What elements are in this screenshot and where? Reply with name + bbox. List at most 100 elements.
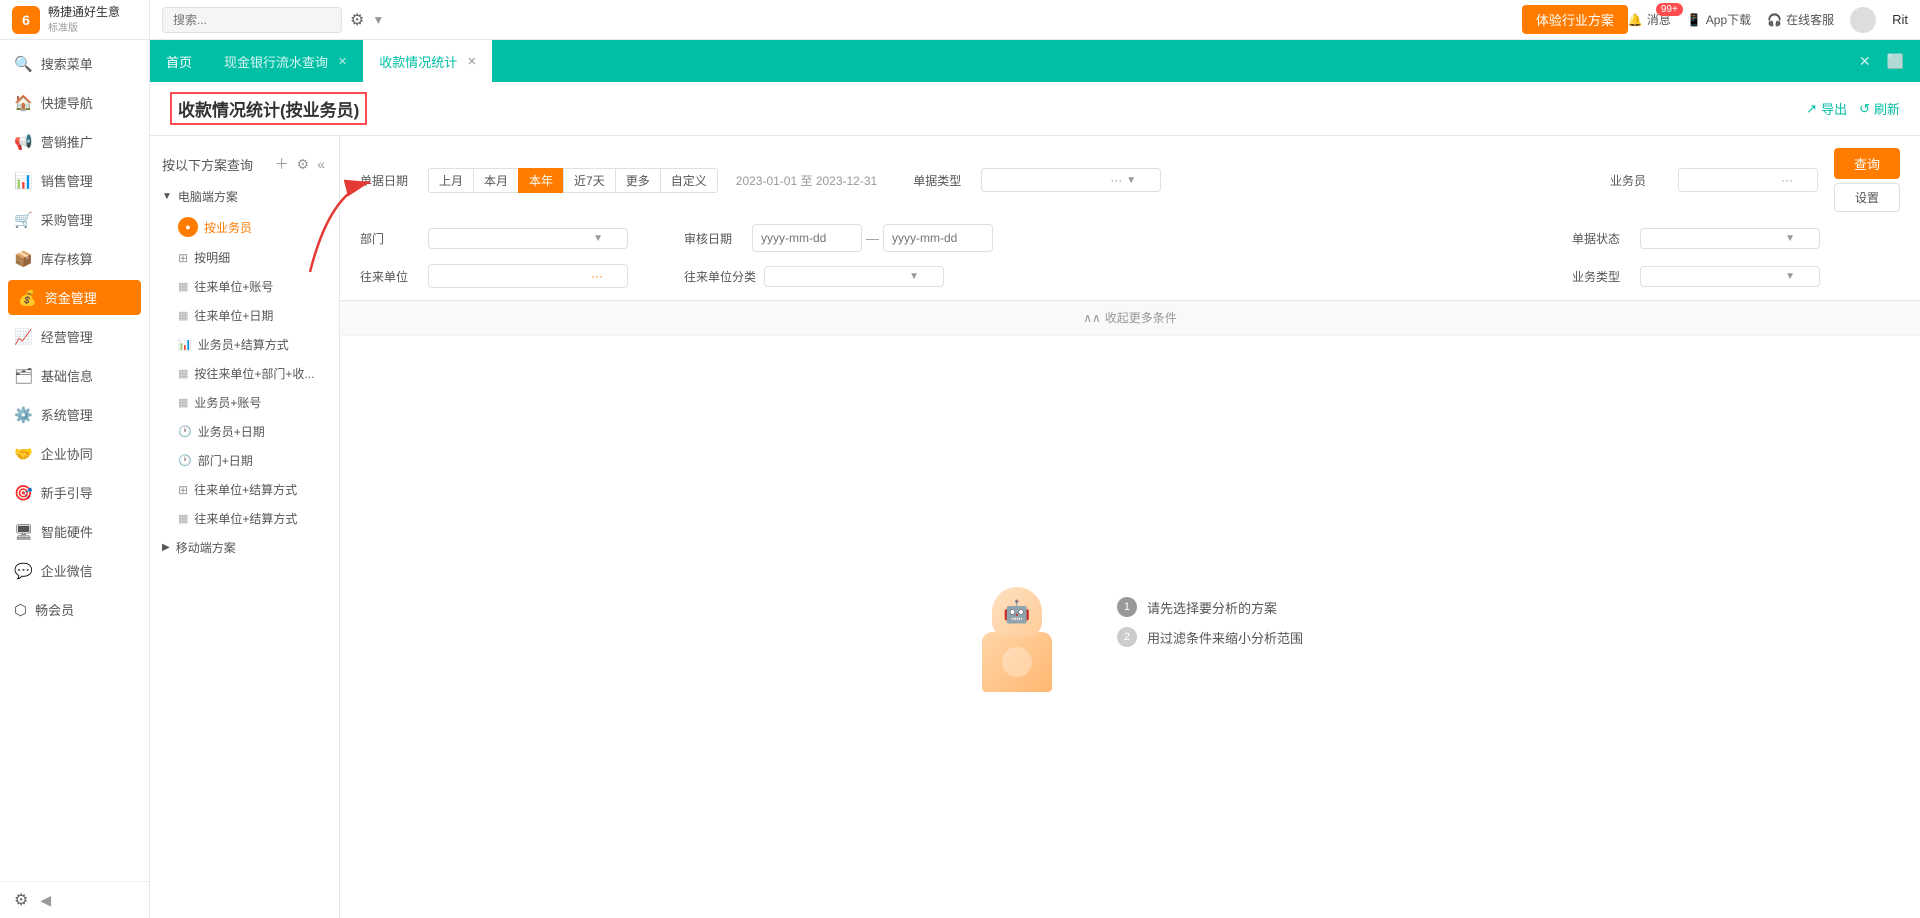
logo-icon: 6	[12, 6, 40, 34]
header-search-input[interactable]	[162, 7, 342, 33]
refresh-btn[interactable]: ↺ 刷新	[1859, 99, 1900, 118]
sidebar-item-hardware[interactable]: 🖥 智能硬件	[0, 512, 149, 551]
sidebar-item-wechat[interactable]: 💬 企业微信	[0, 551, 149, 590]
scheme-salesperson-account[interactable]: ▦ 业务员+账号	[166, 388, 339, 417]
left-panel: 按以下方案查询 ＋ ⚙ «	[150, 136, 340, 918]
date-tab-more[interactable]: 更多	[615, 168, 660, 193]
sidebar-item-basic[interactable]: 🗂 基础信息	[0, 356, 149, 395]
sidebar-item-label: 销售管理	[41, 171, 93, 190]
header-gear-icon[interactable]: ⚙	[350, 10, 364, 30]
scheme-label: 部门+日期	[198, 452, 253, 469]
counterpart-select[interactable]: ···	[428, 264, 628, 288]
sidebar-item-sales[interactable]: 📊 销售管理	[0, 161, 149, 200]
scheme-unit-date[interactable]: ▦ 往来单位+日期	[166, 301, 339, 330]
sidebar-item-guide[interactable]: 🎯 新手引导	[0, 473, 149, 512]
sidebar-item-label: 新手引导	[41, 483, 93, 502]
date-tab-this-year[interactable]: 本年	[518, 168, 563, 193]
salesperson-active-icon: ●	[178, 217, 198, 237]
collapse-sidebar-icon[interactable]: ◀︎	[40, 892, 51, 909]
sidebar-item-system[interactable]: ⚙️ 系统管理	[0, 395, 149, 434]
sidebar-item-member[interactable]: ⬡ 畅会员	[0, 590, 149, 629]
mobile-group-label: 移动端方案	[176, 539, 236, 556]
messages-btn[interactable]: 🔔 消息 99+	[1628, 11, 1671, 28]
grid-icon: ⊞	[178, 251, 188, 265]
scheme-salesperson-payment[interactable]: 📊 业务员+结算方式	[166, 330, 339, 359]
top-header: ⚙ ▼ 体验行业方案 🔔 消息 99+ 📱 App下载 🎧 在线客服 Rit	[150, 0, 1920, 40]
dropdown-arrow-icon[interactable]: ▼	[372, 13, 384, 27]
empty-steps: 1 请先选择要分析的方案 2 用过滤条件来缩小分析范围	[1117, 597, 1303, 657]
tab-receipt[interactable]: 收款情况统计 ✕	[363, 40, 492, 82]
sidebar-item-label: 营销推广	[41, 132, 93, 151]
date-tab-custom[interactable]: 自定义	[660, 168, 718, 193]
add-scheme-btn[interactable]: ＋	[273, 152, 291, 176]
sidebar-item-operation[interactable]: 📈 经营管理	[0, 317, 149, 356]
scheme-label: 往来单位+日期	[194, 307, 273, 324]
settings-icon[interactable]: ⚙	[14, 890, 28, 910]
sidebar-item-marketing[interactable]: 📢 营销推广	[0, 122, 149, 161]
tree-group-mobile[interactable]: ▶ 移动端方案	[150, 533, 339, 562]
chevron-down-icon: ▼	[162, 191, 172, 202]
scheme-by-salesperson[interactable]: ● 按业务员	[166, 211, 339, 243]
salesperson-select[interactable]: ···	[1678, 168, 1818, 192]
maximize-window-icon[interactable]: ⬜	[1883, 49, 1908, 74]
date-tab-this-month[interactable]: 本月	[473, 168, 518, 193]
collapse-bar[interactable]: ∧∧ 收起更多条件	[340, 301, 1920, 334]
sidebar-item-quick-nav[interactable]: 🏠 快捷导航	[0, 83, 149, 122]
receipt-tab-label: 收款情况统计	[379, 52, 457, 71]
review-date-start[interactable]	[752, 224, 862, 252]
sidebar-item-finance[interactable]: 💰 资金管理	[8, 280, 141, 315]
scheme-label: 按业务员	[204, 219, 252, 236]
scheme-unit-dept[interactable]: ▦ 按往来单位+部门+收...	[166, 359, 339, 388]
counterpart-cat-caret: ▼	[909, 271, 919, 282]
tab-bank[interactable]: 现金银行流水查询 ✕	[208, 40, 363, 82]
date-filter-label: 单据日期	[360, 172, 420, 189]
date-tab-last-month[interactable]: 上月	[428, 168, 473, 193]
table-icon: ▦	[178, 512, 188, 525]
scheme-settings-btn[interactable]: ⚙	[295, 154, 312, 175]
date-tab-last7[interactable]: 近7天	[563, 168, 615, 193]
sidebar-footer: ⚙ ◀︎	[0, 881, 149, 918]
setting-btn[interactable]: 设置	[1834, 183, 1900, 212]
doc-status-select[interactable]: ▼	[1640, 228, 1820, 249]
counterpart-cat-select[interactable]: ▼	[764, 266, 944, 287]
counterpart-cat-label: 往来单位分类	[684, 268, 756, 285]
sidebar-header: 6 畅捷通好生意 标准版	[0, 0, 149, 40]
scheme-salesperson-date[interactable]: 🕐 业务员+日期	[166, 417, 339, 446]
dept-select[interactable]: ▼	[428, 228, 628, 249]
business-type-select[interactable]: ▼	[1640, 266, 1820, 287]
scheme-dept-date[interactable]: 🕐 部门+日期	[166, 446, 339, 475]
review-date-end[interactable]	[883, 224, 993, 252]
online-service-btn[interactable]: 🎧 在线客服	[1767, 11, 1834, 28]
scheme-label: 往来单位+结算方式	[194, 481, 297, 498]
tab-close-receipt[interactable]: ✕	[467, 55, 476, 68]
close-window-icon[interactable]: ✕	[1855, 49, 1875, 74]
export-btn[interactable]: ↗ 导出	[1806, 99, 1847, 118]
avatar[interactable]	[1850, 7, 1876, 33]
scheme-by-detail[interactable]: ⊞ 按明细	[166, 243, 339, 272]
clock-icon: 🕐	[178, 425, 192, 438]
empty-step-1: 1 请先选择要分析的方案	[1117, 597, 1303, 617]
app-download-btn[interactable]: 📱 App下载	[1687, 11, 1751, 28]
right-panel: 单据日期 上月 本月 本年 近7天 更多 自定义 2023-01-01 至 20…	[340, 136, 1920, 918]
doc-type-label: 单据类型	[913, 172, 973, 189]
tab-home[interactable]: 首页	[150, 40, 208, 82]
tab-bar: 首页 现金银行流水查询 ✕ 收款情况统计 ✕ ✕ ⬜	[150, 40, 1920, 82]
clock-icon: 🕐	[178, 454, 192, 467]
scheme-unit-account[interactable]: ▦ 往来单位+账号	[166, 272, 339, 301]
tab-close-bank[interactable]: ✕	[338, 55, 347, 68]
sidebar-item-warehouse[interactable]: 📦 库存核算	[0, 239, 149, 278]
trial-btn[interactable]: 体验行业方案	[1522, 5, 1628, 34]
collapse-panel-btn[interactable]: «	[315, 154, 327, 174]
query-btn[interactable]: 查询	[1834, 148, 1900, 179]
tree-group-pc[interactable]: ▼ 电脑端方案	[150, 182, 339, 211]
system-icon: ⚙️	[14, 406, 33, 424]
doc-type-select[interactable]: ··· ▼	[981, 168, 1161, 192]
headset-icon: 🎧	[1767, 13, 1782, 27]
scheme-unit-payment1[interactable]: ⊞ 往来单位+结算方式	[166, 475, 339, 504]
sidebar-item-enterprise[interactable]: 🤝 企业协同	[0, 434, 149, 473]
scheme-unit-payment2[interactable]: ▦ 往来单位+结算方式	[166, 504, 339, 533]
sidebar-item-search-menu[interactable]: 🔍 搜索菜单	[0, 44, 149, 83]
sidebar-item-purchase[interactable]: 🛒 采购管理	[0, 200, 149, 239]
review-date-group: —	[752, 224, 993, 252]
logo-tag: 标准版	[48, 19, 120, 34]
